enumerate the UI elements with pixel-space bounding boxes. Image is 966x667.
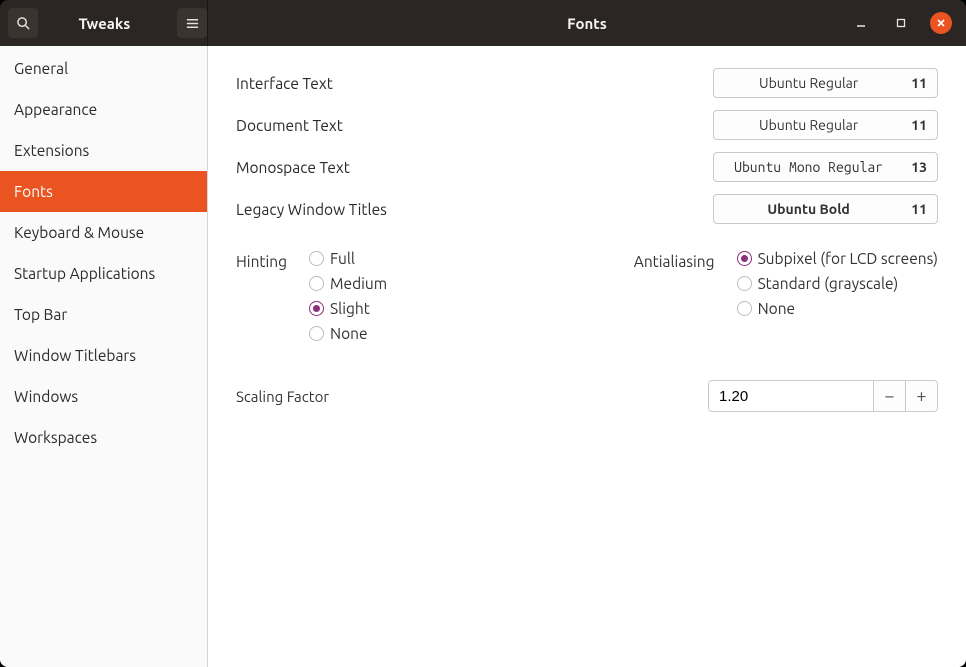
scaling-increment[interactable]: +: [905, 381, 937, 411]
radio-label: Standard (grayscale): [758, 275, 899, 292]
body: GeneralAppearanceExtensionsFontsKeyboard…: [0, 46, 966, 667]
scaling-row: Scaling Factor − +: [236, 380, 938, 412]
sidebar-item-appearance[interactable]: Appearance: [0, 89, 207, 130]
radio-label: Slight: [330, 300, 370, 317]
hinting-option[interactable]: Full: [309, 250, 387, 267]
radio-icon: [309, 251, 324, 266]
radio-icon: [309, 301, 324, 316]
headerbar-left: Tweaks: [0, 0, 208, 46]
hinting-options: Full Medium Slight None: [309, 250, 387, 342]
antialiasing-option[interactable]: Subpixel (for LCD screens): [737, 250, 938, 267]
antialiasing-option[interactable]: Standard (grayscale): [737, 275, 938, 292]
radio-icon: [737, 301, 752, 316]
font-name: Ubuntu Bold: [724, 201, 893, 217]
plus-icon: +: [916, 386, 926, 406]
font-size: 11: [911, 75, 927, 91]
maximize-icon: [896, 18, 906, 28]
scaling-spinbutton: − +: [708, 380, 938, 412]
font-size: 11: [911, 117, 927, 133]
font-row-label: Monospace Text: [236, 159, 350, 176]
sidebar-item-workspaces[interactable]: Workspaces: [0, 417, 207, 458]
sidebar-item-startup-applications[interactable]: Startup Applications: [0, 253, 207, 294]
radio-icon: [737, 251, 752, 266]
headerbar: Tweaks Fonts: [0, 0, 966, 46]
sidebar-item-top-bar[interactable]: Top Bar: [0, 294, 207, 335]
font-row-label: Document Text: [236, 117, 343, 134]
window-controls: [850, 12, 966, 34]
close-icon: [936, 18, 946, 28]
scaling-input[interactable]: [709, 381, 873, 411]
antialiasing-option[interactable]: None: [737, 300, 938, 317]
search-icon: [16, 16, 31, 31]
sidebar-item-fonts[interactable]: Fonts: [0, 171, 207, 212]
menu-button[interactable]: [177, 8, 207, 38]
font-picker-button[interactable]: Ubuntu Regular 11: [713, 110, 938, 140]
sidebar-item-window-titlebars[interactable]: Window Titlebars: [0, 335, 207, 376]
radio-icon: [737, 276, 752, 291]
page-title: Fonts: [567, 15, 607, 32]
font-row-label: Legacy Window Titles: [236, 201, 387, 218]
radio-section: Hinting Full Medium Slight None Antialiasin…: [236, 250, 938, 342]
sidebar: GeneralAppearanceExtensionsFontsKeyboard…: [0, 46, 208, 667]
font-name: Ubuntu Regular: [724, 117, 893, 133]
antialiasing-label: Antialiasing: [634, 250, 715, 270]
maximize-button[interactable]: [890, 12, 912, 34]
font-row: Document Text Ubuntu Regular 11: [236, 110, 938, 140]
hinting-option[interactable]: Medium: [309, 275, 387, 292]
radio-icon: [309, 276, 324, 291]
hinting-group: Hinting Full Medium Slight None: [236, 250, 387, 342]
radio-label: Medium: [330, 275, 387, 292]
font-size: 13: [911, 159, 927, 175]
radio-icon: [309, 326, 324, 341]
font-name: Ubuntu Regular: [724, 75, 893, 91]
antialiasing-group: Antialiasing Subpixel (for LCD screens)S…: [634, 250, 938, 342]
font-row: Monospace Text Ubuntu Mono Regular 13: [236, 152, 938, 182]
window: Tweaks Fonts GeneralAppearanceExtensions…: [0, 0, 966, 667]
headerbar-right: Fonts: [208, 0, 966, 46]
scaling-decrement[interactable]: −: [873, 381, 905, 411]
sidebar-item-extensions[interactable]: Extensions: [0, 130, 207, 171]
sidebar-item-windows[interactable]: Windows: [0, 376, 207, 417]
minimize-icon: [856, 18, 866, 28]
antialiasing-options: Subpixel (for LCD screens) Standard (gray…: [737, 250, 938, 317]
font-size: 11: [911, 201, 927, 217]
radio-label: Subpixel (for LCD screens): [758, 250, 938, 267]
font-row-label: Interface Text: [236, 75, 333, 92]
menu-icon: [185, 16, 200, 31]
scaling-label: Scaling Factor: [236, 388, 329, 405]
font-row: Legacy Window Titles Ubuntu Bold 11: [236, 194, 938, 224]
radio-label: None: [758, 300, 796, 317]
font-picker-button[interactable]: Ubuntu Regular 11: [713, 68, 938, 98]
font-picker-button[interactable]: Ubuntu Bold 11: [713, 194, 938, 224]
app-title: Tweaks: [38, 15, 177, 32]
sidebar-item-general[interactable]: General: [0, 48, 207, 89]
font-name: Ubuntu Mono Regular: [724, 159, 893, 175]
radio-label: Full: [330, 250, 355, 267]
main-content: Interface TextUbuntu Regular11Document T…: [208, 46, 966, 667]
sidebar-item-keyboard-mouse[interactable]: Keyboard & Mouse: [0, 212, 207, 253]
font-row: Interface Text Ubuntu Regular 11: [236, 68, 938, 98]
font-picker-button[interactable]: Ubuntu Mono Regular 13: [713, 152, 938, 182]
radio-label: None: [330, 325, 368, 342]
minimize-button[interactable]: [850, 12, 872, 34]
hinting-option[interactable]: None: [309, 325, 387, 342]
hinting-label: Hinting: [236, 250, 287, 270]
hinting-option[interactable]: Slight: [309, 300, 387, 317]
search-button[interactable]: [8, 8, 38, 38]
close-button[interactable]: [930, 12, 952, 34]
minus-icon: −: [884, 386, 894, 406]
